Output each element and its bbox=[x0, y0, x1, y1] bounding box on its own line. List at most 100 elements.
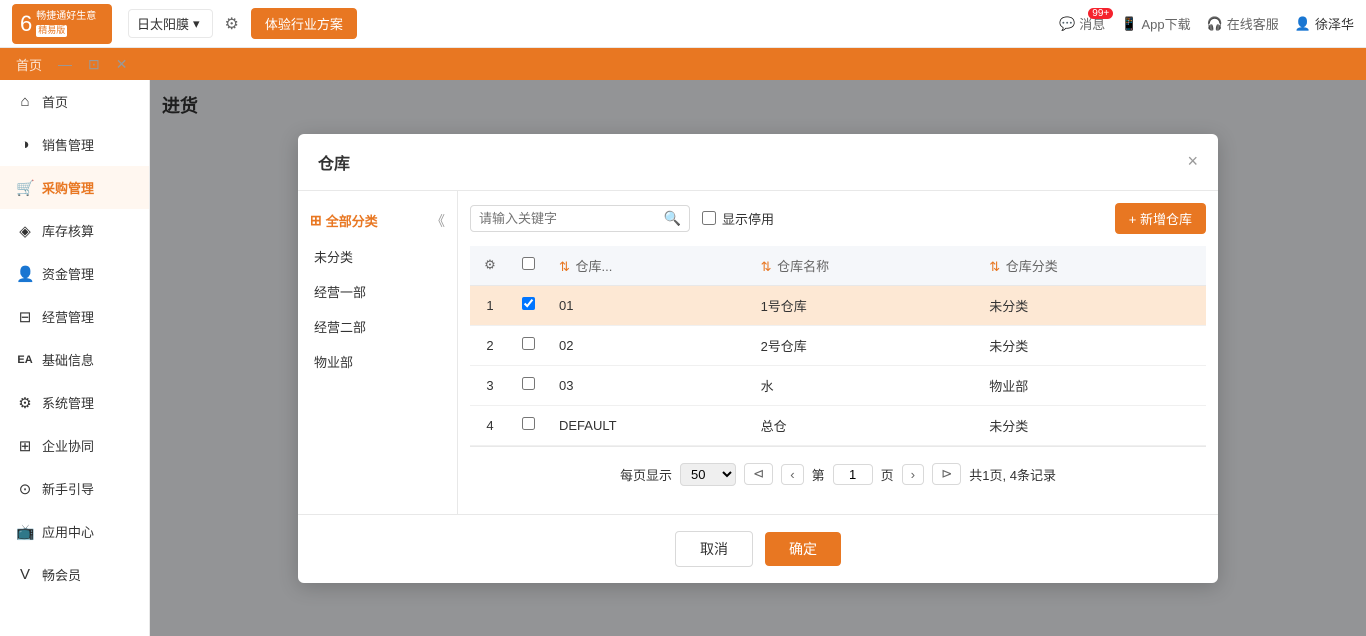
edition-badge: 精易版 bbox=[36, 25, 67, 37]
grid-icon: ⊞ bbox=[310, 212, 322, 229]
table-row[interactable]: 1 01 1号仓库 未分类 bbox=[470, 285, 1206, 325]
sidebar-item-appcenter[interactable]: 📺 应用中心 bbox=[0, 510, 149, 553]
main-layout: ⌂ 首页 ◑ 销售管理 🛒 采购管理 ◈ 库存核算 👤 资金管理 ⊟ 经营管理 … bbox=[0, 80, 1366, 636]
th-code: ⇅ 仓库... bbox=[547, 246, 749, 286]
col-name-label: 仓库名称 bbox=[777, 259, 829, 274]
next-page-button[interactable]: › bbox=[902, 464, 924, 485]
row-checkbox[interactable] bbox=[522, 337, 535, 350]
table-row[interactable]: 3 03 水 物业部 bbox=[470, 365, 1206, 405]
breadcrumb: 首页 bbox=[16, 55, 42, 74]
online-service[interactable]: 🎧 在线客服 bbox=[1207, 14, 1279, 33]
row-code: 03 bbox=[547, 365, 749, 405]
category-item-dept1[interactable]: 经营一部 bbox=[298, 274, 457, 309]
confirm-button[interactable]: 确定 bbox=[765, 532, 841, 566]
app-download[interactable]: 📱 App下载 bbox=[1121, 14, 1190, 33]
window-controls: — ⊡ ✕ bbox=[54, 54, 131, 75]
sidebar-item-finance[interactable]: 👤 资金管理 bbox=[0, 252, 149, 295]
category-item-property[interactable]: 物业部 bbox=[298, 344, 457, 379]
sidebar-item-purchase[interactable]: 🛒 采购管理 bbox=[0, 166, 149, 209]
sidebar-item-sales[interactable]: ◑ 销售管理 bbox=[0, 123, 149, 166]
row-checkbox[interactable] bbox=[522, 377, 535, 390]
all-categories-title: ⊞ 全部分类 bbox=[310, 211, 378, 230]
cancel-button[interactable]: 取消 bbox=[675, 531, 753, 567]
header-center: 日太阳膜 ▾ ⚙ 体验行业方案 bbox=[128, 8, 1059, 39]
restore-icon[interactable]: ⊡ bbox=[84, 54, 104, 75]
message-notification[interactable]: 💬 消息 99+ bbox=[1059, 14, 1105, 33]
show-disabled-text: 显示停用 bbox=[722, 209, 774, 228]
row-num: 1 bbox=[470, 285, 510, 325]
row-category: 未分类 bbox=[977, 405, 1206, 445]
app-logo: 6 畅捷通好生意 精易版 bbox=[12, 4, 112, 44]
store-name: 日太阳膜 bbox=[137, 14, 189, 33]
phone-icon: 📱 bbox=[1121, 16, 1137, 32]
sidebar-item-operations[interactable]: ⊟ 经营管理 bbox=[0, 295, 149, 338]
member-icon: V bbox=[16, 566, 34, 583]
sidebar: ⌂ 首页 ◑ 销售管理 🛒 采购管理 ◈ 库存核算 👤 资金管理 ⊟ 经营管理 … bbox=[0, 80, 150, 636]
row-name: 总仓 bbox=[749, 405, 978, 445]
sidebar-item-enterprise[interactable]: ⊞ 企业协同 bbox=[0, 424, 149, 467]
add-warehouse-button[interactable]: + 新增仓库 bbox=[1115, 203, 1206, 234]
sidebar-label-inventory: 库存核算 bbox=[42, 221, 94, 240]
row-category: 物业部 bbox=[977, 365, 1206, 405]
row-code: DEFAULT bbox=[547, 405, 749, 445]
sidebar-item-system[interactable]: ⚙ 系统管理 bbox=[0, 381, 149, 424]
appcenter-icon: 📺 bbox=[16, 523, 34, 541]
row-num: 4 bbox=[470, 405, 510, 445]
collapse-icon[interactable]: 《 bbox=[431, 211, 445, 231]
select-all-checkbox[interactable] bbox=[522, 257, 535, 270]
th-category: ⇅ 仓库分类 bbox=[977, 246, 1206, 286]
sidebar-item-member[interactable]: V 畅会员 bbox=[0, 553, 149, 596]
row-checkbox[interactable] bbox=[522, 297, 535, 310]
sidebar-label-operations: 经营管理 bbox=[42, 307, 94, 326]
breadcrumb-home[interactable]: 首页 bbox=[16, 58, 42, 73]
sidebar-item-guide[interactable]: ⊙ 新手引导 bbox=[0, 467, 149, 510]
settings-icon[interactable]: ⚙ bbox=[225, 14, 239, 34]
logo-text: 畅捷通好生意 精易版 bbox=[36, 10, 96, 37]
row-checkbox-cell bbox=[510, 405, 547, 445]
per-page-select[interactable]: 50 10 20 100 bbox=[680, 463, 736, 486]
table-toolbar: 🔍 显示停用 + 新增仓库 bbox=[470, 203, 1206, 234]
search-icon[interactable]: 🔍 bbox=[664, 210, 681, 227]
category-item-dept2[interactable]: 经营二部 bbox=[298, 309, 457, 344]
close-window-icon[interactable]: ✕ bbox=[112, 54, 132, 75]
page-number-input[interactable] bbox=[833, 464, 873, 485]
store-selector[interactable]: 日太阳膜 ▾ bbox=[128, 9, 213, 38]
sidebar-label-system: 系统管理 bbox=[42, 393, 94, 412]
system-icon: ⚙ bbox=[16, 394, 34, 412]
total-info: 共1页, 4条记录 bbox=[969, 465, 1056, 484]
last-page-button[interactable]: ⊳ bbox=[932, 463, 961, 485]
row-code: 01 bbox=[547, 285, 749, 325]
sort-icon-category: ⇅ bbox=[989, 259, 1000, 274]
table-row[interactable]: 4 DEFAULT 总仓 未分类 bbox=[470, 405, 1206, 445]
table-scroll-area: ⚙ ⇅ 仓库... bbox=[470, 246, 1206, 446]
show-disabled-checkbox[interactable] bbox=[702, 211, 716, 225]
warehouse-table: ⚙ ⇅ 仓库... bbox=[470, 246, 1206, 446]
prev-page-button[interactable]: ‹ bbox=[781, 464, 803, 485]
category-panel: ⊞ 全部分类 《 未分类 经营一部 经营二部 物业部 bbox=[298, 191, 458, 514]
row-checkbox[interactable] bbox=[522, 417, 535, 430]
sidebar-label-guide: 新手引导 bbox=[42, 479, 94, 498]
sidebar-label-sales: 销售管理 bbox=[42, 135, 94, 154]
user-menu[interactable]: 👤 徐泽华 bbox=[1295, 14, 1354, 33]
minimize-icon[interactable]: — bbox=[54, 54, 76, 74]
header-right: 💬 消息 99+ 📱 App下载 🎧 在线客服 👤 徐泽华 bbox=[1059, 14, 1354, 33]
sidebar-item-inventory[interactable]: ◈ 库存核算 bbox=[0, 209, 149, 252]
basic-icon: EA bbox=[16, 354, 34, 366]
all-categories-label[interactable]: 全部分类 bbox=[326, 211, 378, 230]
per-page-label: 每页显示 bbox=[620, 465, 672, 484]
first-page-button[interactable]: ⊲ bbox=[744, 463, 773, 485]
table-row[interactable]: 2 02 2号仓库 未分类 bbox=[470, 325, 1206, 365]
sidebar-item-home[interactable]: ⌂ 首页 bbox=[0, 80, 149, 123]
sales-icon: ◑ bbox=[16, 136, 34, 153]
col-category-label: 仓库分类 bbox=[1006, 259, 1058, 274]
search-input[interactable] bbox=[479, 211, 664, 226]
table-body: 1 01 1号仓库 未分类 2 02 2号仓库 未分类 3 03 水 物业部 4 bbox=[470, 285, 1206, 445]
modal-close-button[interactable]: × bbox=[1187, 151, 1198, 172]
sidebar-label-purchase: 采购管理 bbox=[42, 178, 94, 197]
row-num: 2 bbox=[470, 325, 510, 365]
category-item-unclassified[interactable]: 未分类 bbox=[298, 239, 457, 274]
purchase-icon: 🛒 bbox=[16, 179, 34, 197]
experience-button[interactable]: 体验行业方案 bbox=[251, 8, 357, 39]
sidebar-item-basic[interactable]: EA 基础信息 bbox=[0, 338, 149, 381]
headset-icon: 🎧 bbox=[1207, 16, 1223, 32]
